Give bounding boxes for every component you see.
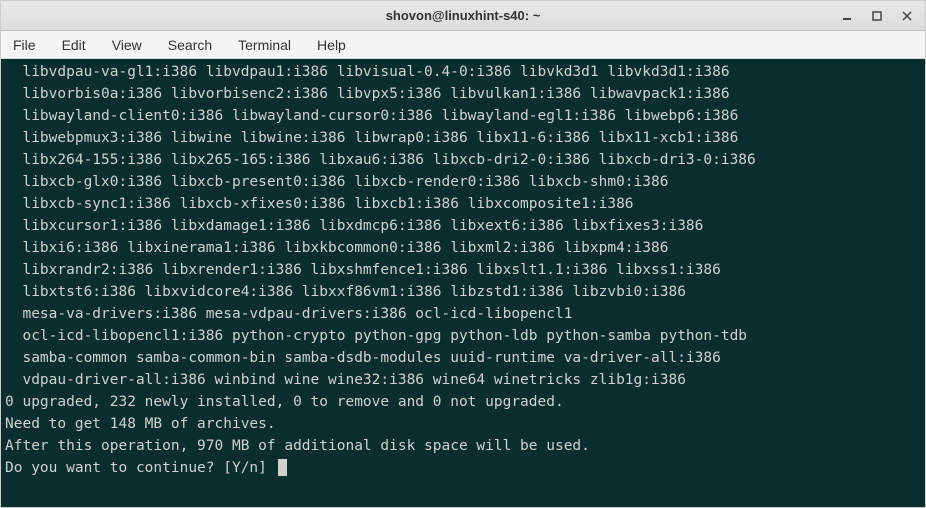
terminal-line: libvorbis0a:i386 libvorbisenc2:i386 libv… (5, 83, 921, 105)
minimize-button[interactable] (833, 5, 861, 27)
terminal-line: libxi6:i386 libxinerama1:i386 libxkbcomm… (5, 237, 921, 259)
close-button[interactable] (893, 5, 921, 27)
terminal-line: libwebpmux3:i386 libwine libwine:i386 li… (5, 127, 921, 149)
terminal-window: shovon@linuxhint-s40: ~ File Edit View S… (0, 0, 926, 508)
menu-search[interactable]: Search (164, 35, 216, 55)
window-controls (833, 5, 921, 27)
terminal-line: After this operation, 970 MB of addition… (5, 435, 921, 457)
terminal-line: 0 upgraded, 232 newly installed, 0 to re… (5, 391, 921, 413)
terminal-line: libwayland-client0:i386 libwayland-curso… (5, 105, 921, 127)
terminal-line: libx264-155:i386 libx265-165:i386 libxau… (5, 149, 921, 171)
terminal-line: Do you want to continue? [Y/n] (5, 457, 921, 479)
terminal-line: libxtst6:i386 libxvidcore4:i386 libxxf86… (5, 281, 921, 303)
terminal-line: libxcb-glx0:i386 libxcb-present0:i386 li… (5, 171, 921, 193)
menu-file[interactable]: File (9, 35, 40, 55)
menubar: File Edit View Search Terminal Help (1, 31, 925, 59)
terminal-line: libvdpau-va-gl1:i386 libvdpau1:i386 libv… (5, 61, 921, 83)
window-title: shovon@linuxhint-s40: ~ (386, 8, 541, 23)
terminal-cursor (278, 459, 287, 476)
terminal-line: libxrandr2:i386 libxrender1:i386 libxshm… (5, 259, 921, 281)
menu-view[interactable]: View (108, 35, 146, 55)
terminal-line: ocl-icd-libopencl1:i386 python-crypto py… (5, 325, 921, 347)
terminal-line: Need to get 148 MB of archives. (5, 413, 921, 435)
terminal-line: samba-common samba-common-bin samba-dsdb… (5, 347, 921, 369)
terminal-line: libxcursor1:i386 libxdamage1:i386 libxdm… (5, 215, 921, 237)
menu-edit[interactable]: Edit (58, 35, 90, 55)
terminal-output[interactable]: libvdpau-va-gl1:i386 libvdpau1:i386 libv… (1, 59, 925, 507)
terminal-line: mesa-va-drivers:i386 mesa-vdpau-drivers:… (5, 303, 921, 325)
menu-terminal[interactable]: Terminal (234, 35, 295, 55)
terminal-line: libxcb-sync1:i386 libxcb-xfixes0:i386 li… (5, 193, 921, 215)
maximize-button[interactable] (863, 5, 891, 27)
terminal-line: vdpau-driver-all:i386 winbind wine wine3… (5, 369, 921, 391)
menu-help[interactable]: Help (313, 35, 350, 55)
titlebar: shovon@linuxhint-s40: ~ (1, 1, 925, 31)
